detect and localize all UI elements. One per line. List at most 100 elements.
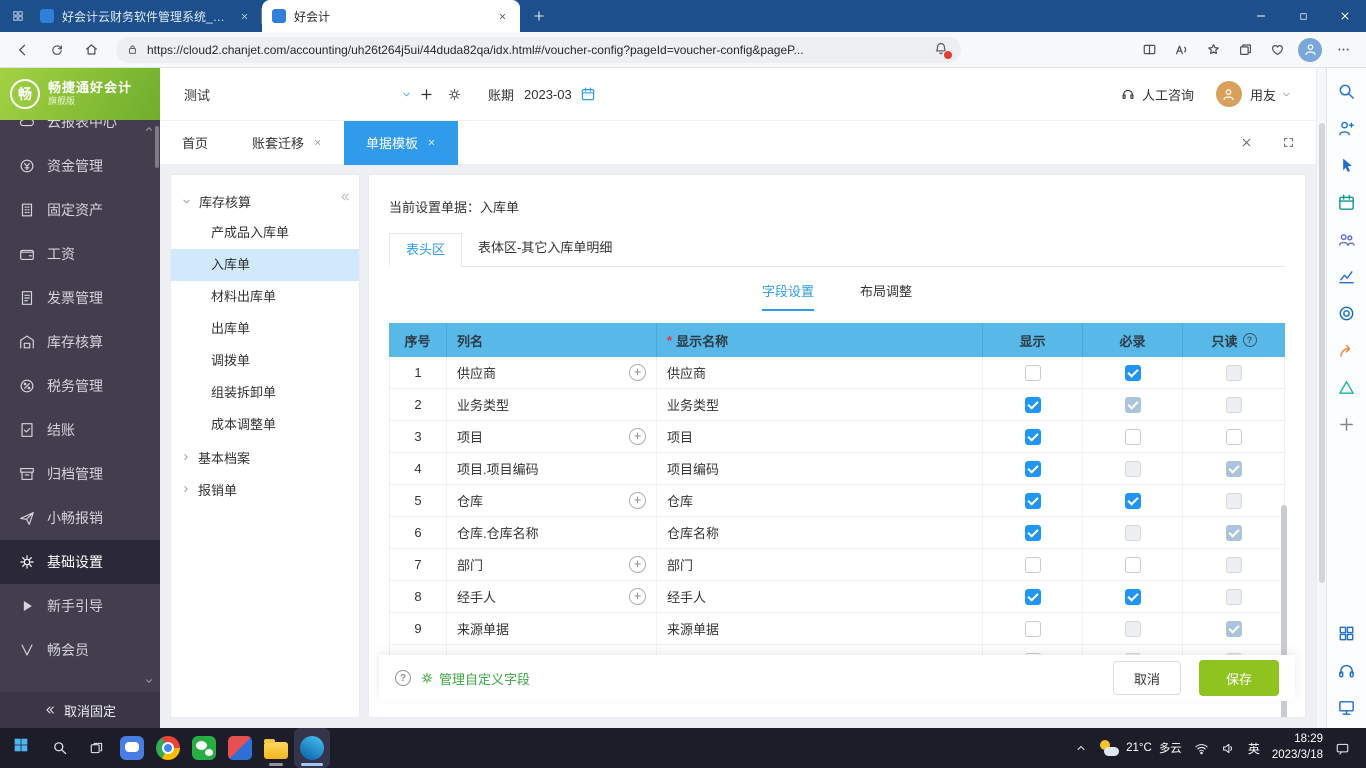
settings-more-icon[interactable] bbox=[1328, 35, 1358, 65]
tab-close-icon[interactable] bbox=[494, 8, 510, 24]
required-checkbox[interactable] bbox=[1124, 556, 1141, 573]
manage-custom-fields-link[interactable]: 管理自定义字段 bbox=[420, 669, 530, 688]
notifications-blocked-icon[interactable] bbox=[933, 41, 953, 60]
sidebar-item-vmember[interactable]: 畅会员 bbox=[0, 628, 160, 672]
taskbar-app-edge[interactable] bbox=[294, 728, 330, 768]
add-field-button[interactable]: + bbox=[629, 428, 646, 445]
refresh-button[interactable] bbox=[42, 35, 72, 65]
sidebar-item-plane[interactable]: 小畅报销 bbox=[0, 496, 160, 540]
sidebar-scroll-up-icon[interactable] bbox=[144, 124, 154, 134]
tree-item[interactable]: 调拨单 bbox=[171, 345, 359, 377]
dock-headset-button[interactable] bbox=[1336, 659, 1358, 681]
dock-plus-button[interactable] bbox=[1336, 413, 1358, 435]
browser-tab[interactable]: 好会计云财务软件管理系统_会计 bbox=[30, 0, 262, 32]
sidebar-item-coin[interactable]: 资金管理 bbox=[0, 144, 160, 188]
show-checkbox[interactable] bbox=[1024, 428, 1041, 445]
close-page-icon[interactable] bbox=[1232, 129, 1260, 157]
dock-share-button[interactable] bbox=[1336, 339, 1358, 361]
browser-tab[interactable]: 好会计 bbox=[262, 0, 520, 32]
split-screen-icon[interactable] bbox=[1134, 35, 1164, 65]
cancel-button[interactable]: 取消 bbox=[1113, 661, 1181, 695]
maximize-button[interactable] bbox=[1282, 0, 1324, 32]
period-value[interactable]: 2023-03 bbox=[524, 87, 572, 102]
account-settings-gear-icon[interactable] bbox=[440, 80, 468, 108]
taskbar-app-accounting-app[interactable] bbox=[222, 728, 258, 768]
address-bar[interactable]: https://cloud2.chanjet.com/accounting/uh… bbox=[116, 36, 961, 63]
dock-outlook-button[interactable] bbox=[1336, 302, 1358, 324]
user-avatar[interactable] bbox=[1215, 81, 1242, 107]
dock-triangle-button[interactable] bbox=[1336, 376, 1358, 398]
page-scrollbar[interactable] bbox=[1316, 68, 1326, 728]
show-checkbox[interactable] bbox=[1024, 588, 1041, 605]
weather-widget[interactable]: 21°C 多云 bbox=[1099, 739, 1182, 757]
sidebar-scrollbar[interactable] bbox=[155, 126, 159, 168]
dock-grid-button[interactable] bbox=[1336, 622, 1358, 644]
workspaces-icon[interactable] bbox=[6, 4, 30, 28]
dock-person-add-button[interactable] bbox=[1336, 117, 1358, 139]
page-tab[interactable]: 账套迁移 bbox=[230, 121, 344, 165]
sidebar-item-warehouse[interactable]: 库存核算 bbox=[0, 320, 160, 364]
profile-avatar[interactable] bbox=[1298, 37, 1322, 62]
notification-center-icon[interactable] bbox=[1335, 741, 1350, 756]
page-tab-close-icon[interactable] bbox=[313, 138, 322, 147]
sidebar-item-building[interactable]: 固定资产 bbox=[0, 188, 160, 232]
task-view-button[interactable] bbox=[78, 728, 114, 768]
tree-item[interactable]: 入库单 bbox=[171, 249, 359, 281]
support-button[interactable]: 人工咨询 bbox=[1120, 85, 1194, 104]
area-tab[interactable]: 表头区 bbox=[389, 233, 463, 267]
tree-root-collapsed[interactable]: 基本档案 bbox=[171, 441, 359, 473]
tree-item[interactable]: 组装拆卸单 bbox=[171, 377, 359, 409]
sidebar-item-tax[interactable]: 税务管理 bbox=[0, 364, 160, 408]
tree-item[interactable]: 成本调整单 bbox=[171, 409, 359, 441]
show-checkbox[interactable] bbox=[1024, 620, 1041, 637]
show-checkbox[interactable] bbox=[1024, 364, 1041, 381]
required-checkbox[interactable] bbox=[1124, 492, 1141, 509]
read-aloud-icon[interactable] bbox=[1166, 35, 1196, 65]
browser-essentials-icon[interactable] bbox=[1262, 35, 1292, 65]
back-button[interactable] bbox=[8, 35, 38, 65]
collapse-panel-icon[interactable] bbox=[339, 191, 351, 203]
volume-icon[interactable] bbox=[1221, 741, 1236, 756]
tree-root-inventory[interactable]: 库存核算 bbox=[171, 185, 359, 217]
sidebar-item-archive[interactable]: 归档管理 bbox=[0, 452, 160, 496]
new-tab-button[interactable] bbox=[526, 3, 552, 29]
home-button[interactable] bbox=[76, 35, 106, 65]
tree-item[interactable]: 出库单 bbox=[171, 313, 359, 345]
add-account-button[interactable] bbox=[412, 80, 440, 108]
fullscreen-icon[interactable] bbox=[1274, 129, 1302, 157]
collections-icon[interactable] bbox=[1230, 35, 1260, 65]
sidebar-item-cloud[interactable]: 云报表中心 bbox=[0, 120, 160, 144]
mode-tab[interactable]: 布局调整 bbox=[860, 281, 912, 311]
ime-indicator[interactable]: 英 bbox=[1248, 740, 1260, 757]
readonly-checkbox[interactable] bbox=[1225, 428, 1242, 445]
show-checkbox[interactable] bbox=[1024, 524, 1041, 541]
show-checkbox[interactable] bbox=[1024, 556, 1041, 573]
minimize-button[interactable] bbox=[1240, 0, 1282, 32]
page-scrollbar-thumb[interactable] bbox=[1319, 123, 1325, 583]
area-tab[interactable]: 表体区-其它入库单明细 bbox=[462, 232, 628, 266]
dock-pointer-button[interactable] bbox=[1336, 154, 1358, 176]
dock-monitor-button[interactable] bbox=[1336, 696, 1358, 718]
tray-chevron-up-icon[interactable] bbox=[1075, 742, 1087, 754]
taskbar-app-wechat[interactable] bbox=[186, 728, 222, 768]
sidebar-scroll-down-icon[interactable] bbox=[144, 676, 154, 686]
readonly-help-icon[interactable]: ? bbox=[1242, 333, 1257, 347]
add-field-button[interactable]: + bbox=[629, 556, 646, 573]
add-field-button[interactable]: + bbox=[629, 364, 646, 381]
required-checkbox[interactable] bbox=[1124, 588, 1141, 605]
show-checkbox[interactable] bbox=[1024, 460, 1041, 477]
dock-people-button[interactable] bbox=[1336, 228, 1358, 250]
add-field-button[interactable]: + bbox=[629, 588, 646, 605]
tree-item[interactable]: 产成品入库单 bbox=[171, 217, 359, 249]
required-checkbox[interactable] bbox=[1124, 364, 1141, 381]
taskbar-app-file-explorer[interactable] bbox=[258, 728, 294, 768]
unpin-sidebar-button[interactable]: 取消固定 bbox=[0, 692, 160, 728]
tab-close-icon[interactable] bbox=[236, 8, 252, 24]
sidebar-item-gear[interactable]: 基础设置 bbox=[0, 540, 160, 584]
taskbar-search-button[interactable] bbox=[42, 728, 78, 768]
dock-chart-button[interactable] bbox=[1336, 265, 1358, 287]
taskbar-clock[interactable]: 18:29 2023/3/18 bbox=[1272, 732, 1323, 763]
user-menu[interactable]: 用友 bbox=[1250, 85, 1292, 104]
sidebar-item-wallet[interactable]: 工资 bbox=[0, 232, 160, 276]
sidebar-item-checkbill[interactable]: 结账 bbox=[0, 408, 160, 452]
